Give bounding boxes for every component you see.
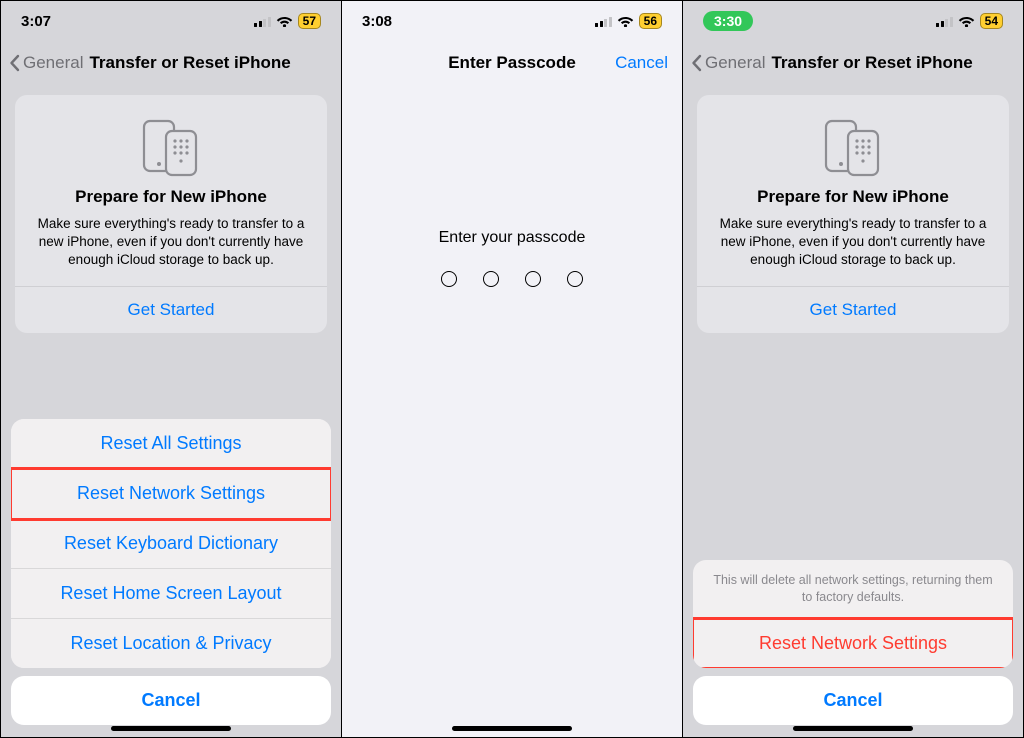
home-indicator[interactable]: [793, 726, 913, 731]
back-button[interactable]: General: [691, 53, 765, 73]
prepare-card: Prepare for New iPhone Make sure everyth…: [15, 95, 327, 333]
nav-bar: General Transfer or Reset iPhone: [683, 41, 1023, 85]
battery-indicator: 57: [298, 13, 321, 29]
phone-migration-icon: [33, 113, 309, 177]
passcode-prompt: Enter your passcode: [342, 229, 682, 247]
status-time-pill[interactable]: 3:30: [703, 11, 753, 31]
pass-dot: [483, 271, 499, 287]
nav-bar: Enter Passcode Cancel: [342, 41, 682, 85]
passcode-dots[interactable]: [342, 271, 682, 287]
reset-all-settings-button[interactable]: Reset All Settings: [11, 419, 331, 469]
reset-keyboard-dictionary-button[interactable]: Reset Keyboard Dictionary: [11, 519, 331, 569]
cancel-button[interactable]: Cancel: [11, 676, 331, 725]
chevron-left-icon: [9, 54, 20, 72]
wifi-icon: [617, 15, 634, 27]
reset-location-privacy-button[interactable]: Reset Location & Privacy: [11, 619, 331, 668]
chevron-left-icon: [691, 54, 702, 72]
reset-network-settings-button[interactable]: Reset Network Settings: [11, 469, 331, 519]
status-bar: 3:30 54: [683, 1, 1023, 41]
cancel-button[interactable]: Cancel: [693, 676, 1013, 725]
back-button[interactable]: General: [9, 53, 83, 73]
home-indicator[interactable]: [111, 726, 231, 731]
status-bar: 3:07 57: [1, 1, 341, 41]
get-started-button[interactable]: Get Started: [697, 286, 1009, 333]
page-title: Transfer or Reset iPhone: [89, 53, 290, 73]
cellular-signal-icon: [254, 16, 271, 27]
confirm-action-sheet: This will delete all network settings, r…: [693, 560, 1013, 725]
cellular-signal-icon: [595, 16, 612, 27]
get-started-button[interactable]: Get Started: [15, 286, 327, 333]
back-label: General: [705, 53, 765, 73]
phone-migration-icon: [715, 113, 991, 177]
screen-reset-options: 3:07 57 General Transfer or Reset iPhone: [1, 1, 342, 737]
cancel-button[interactable]: Cancel: [615, 53, 668, 73]
card-body: Make sure everything's ready to transfer…: [33, 215, 309, 270]
prepare-card: Prepare for New iPhone Make sure everyth…: [697, 95, 1009, 333]
card-body: Make sure everything's ready to transfer…: [715, 215, 991, 270]
card-title: Prepare for New iPhone: [33, 187, 309, 207]
page-title: Transfer or Reset iPhone: [771, 53, 972, 73]
battery-indicator: 54: [980, 13, 1003, 29]
battery-indicator: 56: [639, 13, 662, 29]
wifi-icon: [958, 15, 975, 27]
screen-enter-passcode: 3:08 56 Enter Passcode Cancel Enter your…: [342, 1, 683, 737]
home-indicator[interactable]: [452, 726, 572, 731]
screen-confirm-reset: 3:30 54 General Transfer or Reset iPhone: [683, 1, 1023, 737]
wifi-icon: [276, 15, 293, 27]
pass-dot: [441, 271, 457, 287]
card-title: Prepare for New iPhone: [715, 187, 991, 207]
cellular-signal-icon: [936, 16, 953, 27]
pass-dot: [567, 271, 583, 287]
back-label: General: [23, 53, 83, 73]
status-bar: 3:08 56: [342, 1, 682, 41]
pass-dot: [525, 271, 541, 287]
nav-bar: General Transfer or Reset iPhone: [1, 41, 341, 85]
status-time: 3:08: [362, 13, 392, 30]
reset-action-sheet: Reset All Settings Reset Network Setting…: [11, 419, 331, 725]
sheet-note: This will delete all network settings, r…: [693, 560, 1013, 619]
status-time: 3:07: [21, 13, 51, 30]
reset-home-screen-layout-button[interactable]: Reset Home Screen Layout: [11, 569, 331, 619]
confirm-reset-network-button[interactable]: Reset Network Settings: [693, 619, 1013, 668]
